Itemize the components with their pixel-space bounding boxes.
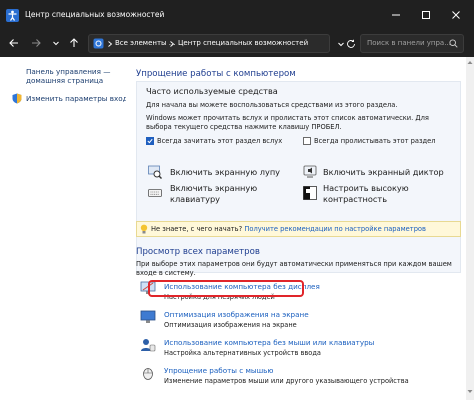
common-tools-intro: Для начала вы можете воспользоваться сре… [146,101,398,109]
category-no-mouse-keyboard-desc: Настройка альтернативных устройств ввода [164,349,321,357]
up-button[interactable] [66,35,82,51]
navigation-bar: Все элементы ... Центр специальных возмо… [0,30,474,57]
category-optimize-display-desc: Оптимизация изображения на экране [164,321,297,329]
vertical-scrollbar[interactable] [466,57,474,400]
maximize-button[interactable] [411,0,441,30]
shield-icon [12,93,22,104]
minimize-icon [392,14,400,16]
search-placeholder: Поиск в панели упра... [367,39,451,47]
lightbulb-icon [140,224,148,234]
common-tools-heading: Часто используемые средства [146,86,278,96]
arrow-right-icon [32,39,41,47]
control-panel-icon [93,38,104,49]
mouse-icon [143,368,153,380]
chevron-down-icon [53,41,59,46]
category-optimize-display-link[interactable]: Оптимизация изображения на экране [164,310,309,319]
browse-settings-title: Просмотр всех параметров [136,247,260,257]
change-sign-in-settings-link[interactable]: Изменить параметры входа [26,94,132,103]
tip-question: Не знаете, с чего начать? [151,225,243,233]
read-aloud-label: Всегда зачитать этот раздел вслух [157,137,283,145]
arrow-up-icon [70,38,78,47]
main-pane: Упрощение работы с компьютером Часто исп… [126,57,474,400]
recent-dropdown-button[interactable] [48,35,64,51]
auto-scan-label: Всегда пролистывать этот раздел [314,137,436,145]
address-bar[interactable]: Все элементы ... Центр специальных возмо… [88,34,330,53]
narrator-icon [303,165,317,178]
title-bar: Центр специальных возможностей [0,0,474,30]
browse-settings-description: При выборе этих параметров они будут авт… [136,260,452,277]
control-panel-window: Центр специальных возможностей Все элеме… [0,0,474,400]
refresh-button[interactable] [343,36,359,52]
back-button[interactable] [6,35,22,51]
left-pane: Панель управления — домашняя страница Из… [0,57,132,400]
tool-contrast-link[interactable]: Настроить высокую контрастность [323,183,433,205]
scroll-up-icon [467,61,473,64]
tip-text: Не знаете, с чего начать? Получите реком… [151,225,426,234]
monitor-icon [140,310,156,323]
quick-access-title: Упрощение работы с компьютером [136,69,296,79]
checkmark-icon [147,138,153,144]
chevron-right-icon [170,41,175,47]
window-title: Центр специальных возможностей [25,10,165,19]
close-button[interactable] [441,0,471,30]
search-icon [449,39,458,48]
contrast-icon [303,186,317,200]
breadcrumb-ease-of-access[interactable]: Центр специальных возможностей [178,35,308,52]
keyboard-icon [148,189,162,197]
tool-magnifier-link[interactable]: Включить экранную лупу [170,167,280,178]
user-input-icon [141,339,156,352]
search-input[interactable]: Поиск в панели упра... [360,34,464,53]
category-mouse-desc: Изменение параметров мыши или другого ук… [164,377,409,385]
scroll-down-icon [467,390,473,393]
accessibility-icon [6,9,19,22]
magnifier-icon [148,165,162,179]
read-aloud-checkbox[interactable] [146,137,154,145]
common-tools-description: Windows может прочитать вслух и пролиста… [146,114,429,131]
forward-button[interactable] [28,35,44,51]
chevron-right-icon [108,41,113,47]
tool-keyboard-link[interactable]: Включить экранную клавиатуру [170,183,270,205]
tool-narrator-link[interactable]: Включить экранный диктор [323,167,444,178]
category-mouse-link[interactable]: Упрощение работы с мышью [164,366,273,375]
refresh-icon [347,39,355,48]
arrow-left-icon [9,39,18,47]
minimize-button[interactable] [381,0,411,30]
auto-scan-checkbox[interactable] [303,137,311,145]
close-icon [452,11,460,19]
tip-recommendations-link[interactable]: Получите рекомендации по настройке парам… [244,225,426,233]
control-panel-home-link[interactable]: Панель управления — домашняя страница [26,67,118,85]
category-no-mouse-keyboard-link[interactable]: Использование компьютера без мыши или кл… [164,338,374,347]
maximize-icon [422,11,430,19]
highlight-annotation [148,280,304,297]
breadcrumb-all-items[interactable]: Все элементы ... [115,35,175,52]
